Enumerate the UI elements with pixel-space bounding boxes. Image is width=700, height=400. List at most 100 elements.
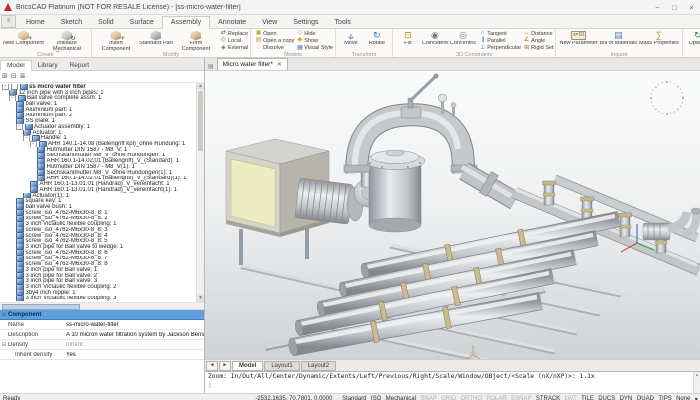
angle-button[interactable]: ∠ Angle xyxy=(523,37,553,44)
status-toggle-ortho[interactable]: ORTHO xyxy=(460,396,482,400)
ribbon-tab-solid[interactable]: Solid xyxy=(90,17,122,28)
status-toggle-grid[interactable]: GRID xyxy=(441,396,456,400)
property-row[interactable]: ⊟ Density Inherit xyxy=(0,340,204,350)
viewport-canvas[interactable] xyxy=(205,71,700,360)
tree-options-icon[interactable]: ≣ xyxy=(20,72,26,81)
parallel-button[interactable]: ∥ Parallel xyxy=(479,37,521,44)
property-value[interactable]: A 10 micron water filtration system by J… xyxy=(66,332,204,338)
status-toggle-strack[interactable]: STRACK xyxy=(536,396,560,400)
open-a-copy-button[interactable]: ▤ Open a copy xyxy=(255,37,295,44)
tree-horizontal-scrollbar[interactable] xyxy=(0,303,204,310)
open-button[interactable]: ▣ Open xyxy=(255,30,294,37)
strainer-vessel[interactable] xyxy=(364,149,426,233)
status-toggle-[interactable]: ▾ xyxy=(695,396,698,400)
ribbon-tab-view[interactable]: View xyxy=(254,17,285,28)
ribbon-menu-icon[interactable]: ≡ xyxy=(1,15,16,28)
status-toggle-tile[interactable]: TILE xyxy=(581,396,594,400)
tree-expander-icon[interactable]: - xyxy=(23,135,30,142)
tangent-button[interactable]: ∩ Tangent xyxy=(479,30,521,37)
status-toggle-none[interactable]: None xyxy=(676,396,690,400)
prev-layout-icon[interactable]: ◄ xyxy=(206,360,218,371)
replace-button[interactable]: ⇄ Replace xyxy=(220,30,248,37)
tree-vertical-scrollbar[interactable]: ▲ ▼ xyxy=(196,83,204,302)
mass-properties-button[interactable]: ∑ Mass Properties xyxy=(638,30,680,52)
expand-icon[interactable]: ⊟ xyxy=(0,342,8,348)
layout-tab-layout2[interactable]: Layout2 xyxy=(300,360,337,371)
visual-style-button[interactable]: ▦ Visual Style xyxy=(296,45,333,52)
status-toggle-mechanical[interactable]: Mechanical xyxy=(386,396,416,400)
layout-tab-model[interactable]: Model xyxy=(232,360,264,371)
ribbon-tab-settings[interactable]: Settings xyxy=(285,17,326,28)
scroll-thumb[interactable] xyxy=(198,91,203,151)
status-toggle-polar[interactable]: POLAR xyxy=(486,396,506,400)
new-component-button[interactable]: + New Component xyxy=(2,30,45,52)
command-prompt[interactable]: : xyxy=(208,382,692,391)
status-toggle-iso[interactable]: ISO xyxy=(371,396,381,400)
update-button[interactable]: ↻Update xyxy=(685,30,700,52)
close-button[interactable]: × xyxy=(683,1,700,14)
command-scrollbar[interactable]: ▲ xyxy=(693,372,700,393)
valve-unit[interactable] xyxy=(618,212,632,238)
rotate-button[interactable]: ↻ Rotate xyxy=(364,30,390,52)
status-toggle-esnap[interactable]: ESNAP xyxy=(511,396,531,400)
status-toggle-standard[interactable]: Standard xyxy=(342,396,366,400)
show-button[interactable]: ◆ Show xyxy=(296,37,333,44)
standard-part-button[interactable]: Standard Part xyxy=(138,30,174,52)
document-tab[interactable]: Micro water filter* ✕ xyxy=(216,58,288,70)
initialize-mechanical-structure-button[interactable]: ↻Initialize Mechanical Structure xyxy=(45,30,89,52)
status-toggle-dyn[interactable]: DYN xyxy=(620,396,633,400)
local-button[interactable]: ◎ Local xyxy=(220,37,248,44)
view-compass[interactable] xyxy=(650,81,684,115)
maximize-button[interactable]: □ xyxy=(666,1,683,14)
tree-expander-icon[interactable]: - xyxy=(9,95,16,102)
panel-tab-library[interactable]: Library xyxy=(32,61,64,70)
ribbon-tab-annotate[interactable]: Annotate xyxy=(210,17,254,28)
tree-expander-icon[interactable]: - xyxy=(16,124,23,130)
status-toggle-tips[interactable]: TIPS xyxy=(658,396,671,400)
tab-close-icon[interactable]: ✕ xyxy=(277,61,282,68)
status-toggle-snap[interactable]: SNAP xyxy=(420,396,436,400)
bill-of-materials-button[interactable]: ▤ Bill of Materials xyxy=(599,30,638,52)
insert-component-button[interactable]: + Insert Component xyxy=(94,30,138,52)
document-menu-icon[interactable]: ▤ xyxy=(205,63,217,70)
ribbon-tab-sketch[interactable]: Sketch xyxy=(53,17,90,28)
status-toggle-lwt[interactable]: LWT xyxy=(565,396,577,400)
tree-expander-icon[interactable]: - xyxy=(30,141,37,147)
collapse-icon[interactable]: ⊟ xyxy=(0,312,8,318)
dissolve-button[interactable]: ◌ Dissolve xyxy=(255,45,294,52)
hscroll-thumb[interactable] xyxy=(2,304,80,310)
property-row[interactable]: Name ss-micro-water-filter xyxy=(0,320,204,330)
collapse-tree-icon[interactable]: ⊟ xyxy=(11,72,17,81)
command-line[interactable]: Zoom: In/Out/All/Center/Dynamic/Extents/… xyxy=(205,371,700,393)
perpendicular-button[interactable]: ⊥ Perpendicular xyxy=(479,45,521,52)
ribbon-tab-surface[interactable]: Surface xyxy=(122,17,162,28)
panel-tab-report[interactable]: Report xyxy=(64,61,96,70)
property-row[interactable]: Description A 10 micron water filtration … xyxy=(0,330,204,340)
tree-expander-icon[interactable]: - xyxy=(2,84,9,90)
valve-unit[interactable] xyxy=(542,180,556,206)
form-component-button[interactable]: Form Component xyxy=(174,30,218,52)
move-button[interactable]: ↔ ↕ Move xyxy=(338,30,364,52)
property-value[interactable]: Inherit xyxy=(66,342,204,348)
coincident-button[interactable]: ◉ Coincident xyxy=(421,30,449,52)
properties-header[interactable]: ⊟ Component xyxy=(0,310,204,320)
scroll-down-icon[interactable]: ▼ xyxy=(197,295,204,302)
ribbon-tab-assembly[interactable]: Assembly xyxy=(161,16,211,29)
panel-tab-model[interactable]: Model xyxy=(0,60,32,71)
minimize-button[interactable]: − xyxy=(649,1,666,14)
scroll-up-icon[interactable]: ▲ xyxy=(197,83,204,90)
ribbon-tab-tools[interactable]: Tools xyxy=(327,17,359,28)
ribbon-tab-home[interactable]: Home xyxy=(18,17,53,28)
rigid-set-button[interactable]: ⊞ Rigid Set xyxy=(523,45,553,52)
layout-tab-layout1[interactable]: Layout1 xyxy=(264,360,300,371)
property-value[interactable]: Yes xyxy=(66,352,204,358)
next-layout-icon[interactable]: ► xyxy=(219,360,231,371)
property-row[interactable]: Inherit density Yes xyxy=(0,350,204,360)
property-value[interactable]: ss-micro-water-filter xyxy=(66,322,204,328)
new-parameter-button[interactable]: x=10 New Parameter xyxy=(558,30,598,52)
hide-button[interactable]: ◇ Hide xyxy=(296,30,333,37)
tree-item[interactable]: 3 inch Victaulic flexible coupling: 3 xyxy=(0,295,196,302)
3d-viewport[interactable] xyxy=(205,71,700,360)
external-button[interactable]: ◈ External xyxy=(220,45,248,52)
expand-tree-icon[interactable]: ⊞ xyxy=(2,72,8,81)
